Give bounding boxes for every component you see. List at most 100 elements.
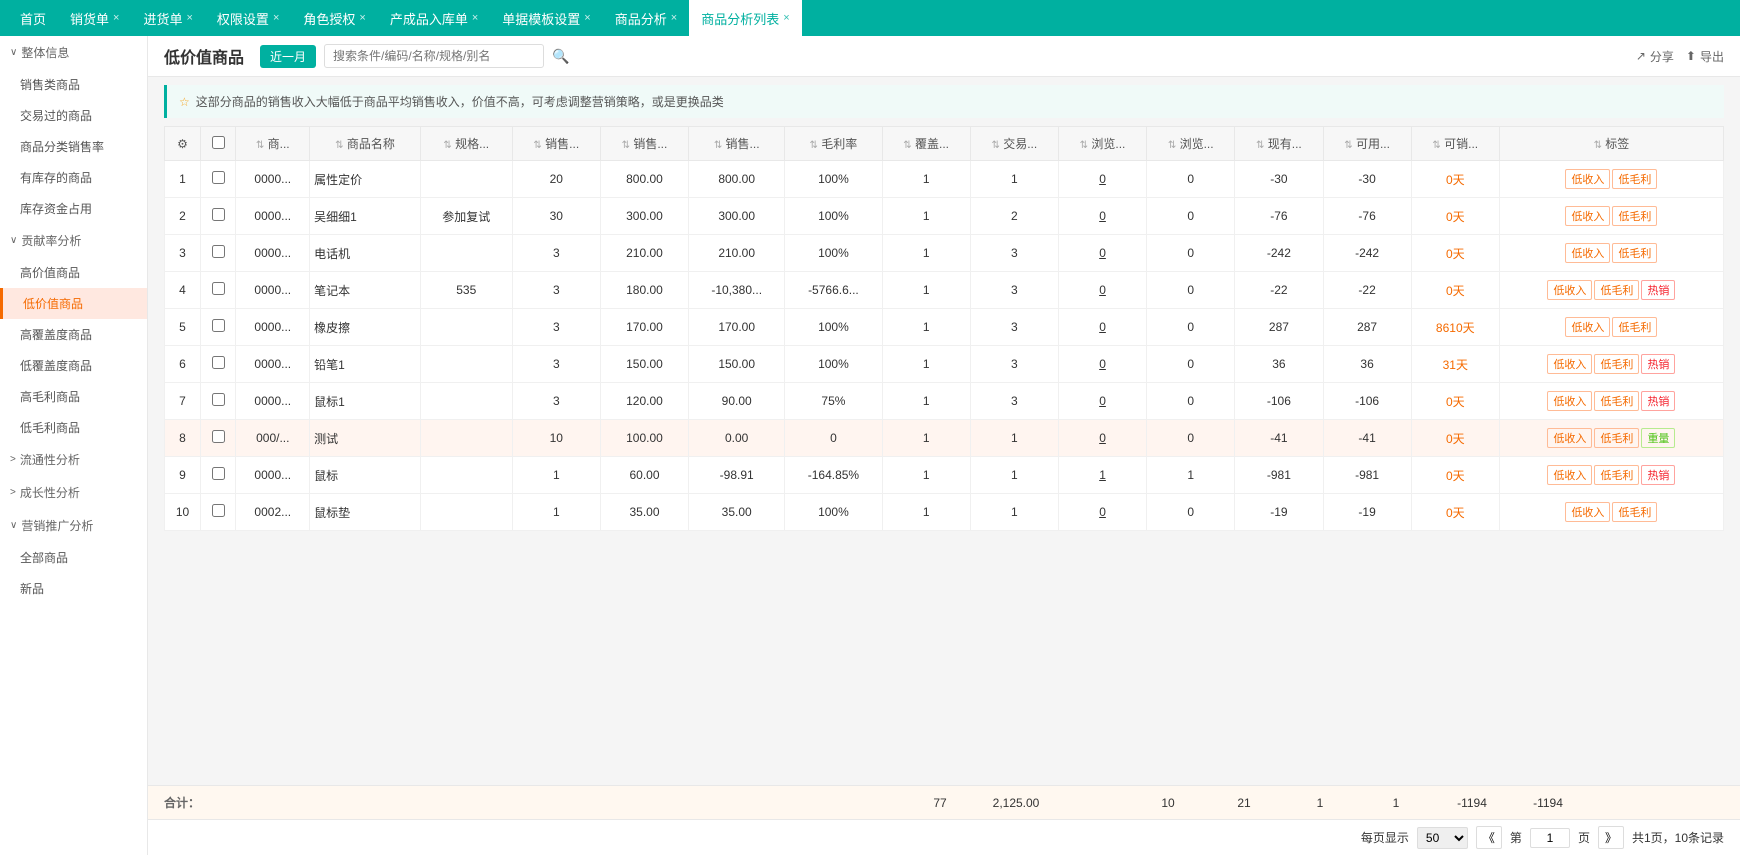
nav-item-商品分析[interactable]: 商品分析 ×: [603, 0, 689, 36]
row-coverage: 1: [882, 309, 970, 346]
row-checkbox[interactable]: [212, 467, 225, 480]
column-header-coverage[interactable]: ⇅ 覆盖...: [882, 127, 970, 161]
nav-close-icon[interactable]: ×: [359, 12, 365, 24]
row-checkbox[interactable]: [212, 282, 225, 295]
page-input[interactable]: [1530, 828, 1570, 848]
tag-低毛利: 低毛利: [1594, 280, 1639, 300]
nav-close-icon[interactable]: ×: [113, 12, 119, 24]
sidebar-item-低毛利商品[interactable]: 低毛利商品: [0, 412, 147, 443]
sidebar-group-流通性分析[interactable]: >流通性分析: [0, 443, 147, 476]
sidebar-item-有库存的商品[interactable]: 有库存的商品: [0, 162, 147, 193]
sidebar-item-低价值商品[interactable]: 低价值商品: [0, 288, 147, 319]
share-button[interactable]: ↗ 分享: [1636, 48, 1674, 65]
nav-item-进货单[interactable]: 进货单 ×: [131, 0, 204, 36]
row-view2: 0: [1147, 494, 1235, 531]
column-header-name[interactable]: ⇅ 商品名称: [310, 127, 421, 161]
nav-close-icon[interactable]: ×: [186, 12, 192, 24]
first-page-button[interactable]: 《: [1476, 826, 1502, 849]
column-header-available[interactable]: ⇅ 可用...: [1323, 127, 1411, 161]
sidebar-item-高覆盖度商品[interactable]: 高覆盖度商品: [0, 319, 147, 350]
row-checkbox[interactable]: [212, 171, 225, 184]
row-saleable: 0天: [1411, 272, 1499, 309]
column-header-sales_qty[interactable]: ⇅ 销售...: [512, 127, 600, 161]
row-available: -41: [1323, 420, 1411, 457]
column-header-spec[interactable]: ⇅ 规格...: [420, 127, 512, 161]
column-header-settings[interactable]: ⚙: [165, 127, 201, 161]
nav-close-icon[interactable]: ×: [584, 12, 590, 24]
column-header-code[interactable]: ⇅ 商...: [236, 127, 310, 161]
nav-item-销货单[interactable]: 销货单 ×: [58, 0, 131, 36]
row-view1[interactable]: 0: [1058, 198, 1146, 235]
sort-icon: ⇅: [335, 140, 343, 151]
column-header-sales_price[interactable]: ⇅ 销售...: [689, 127, 785, 161]
row-tags: 低收入低毛利热销: [1499, 457, 1723, 494]
row-checkbox[interactable]: [212, 504, 225, 517]
sidebar-item-新品[interactable]: 新品: [0, 573, 147, 604]
sidebar-item-销售类商品[interactable]: 销售类商品: [0, 69, 147, 100]
row-view1[interactable]: 1: [1058, 457, 1146, 494]
column-header-trade[interactable]: ⇅ 交易...: [970, 127, 1058, 161]
row-view1[interactable]: 0: [1058, 161, 1146, 198]
page-size-select[interactable]: 50 100 200: [1417, 827, 1468, 849]
row-sales-qty: 3: [512, 235, 600, 272]
select-all-checkbox[interactable]: [212, 136, 225, 149]
row-checkbox[interactable]: [212, 319, 225, 332]
nav-item-产成品入库单[interactable]: 产成品入库单 ×: [378, 0, 490, 36]
column-header-checkbox[interactable]: [201, 127, 236, 161]
row-view1[interactable]: 0: [1058, 346, 1146, 383]
row-code: 0000...: [236, 383, 310, 420]
sidebar-item-低覆盖度商品[interactable]: 低覆盖度商品: [0, 350, 147, 381]
row-available: -106: [1323, 383, 1411, 420]
column-header-gross_margin[interactable]: ⇅ 毛利率: [785, 127, 882, 161]
time-filter-button[interactable]: 近一月: [260, 45, 316, 68]
tag-低毛利: 低毛利: [1612, 243, 1657, 263]
column-header-view2[interactable]: ⇅ 浏览...: [1147, 127, 1235, 161]
column-header-current_stock[interactable]: ⇅ 现有...: [1235, 127, 1323, 161]
row-checkbox[interactable]: [212, 245, 225, 258]
row-view1[interactable]: 0: [1058, 272, 1146, 309]
row-view1[interactable]: 0: [1058, 383, 1146, 420]
sidebar-item-全部商品[interactable]: 全部商品: [0, 542, 147, 573]
search-input[interactable]: [324, 44, 544, 68]
next-page-button[interactable]: 》: [1598, 826, 1624, 849]
nav-close-icon[interactable]: ×: [783, 12, 789, 24]
nav-item-首页[interactable]: 首页: [8, 0, 58, 36]
row-trade: 3: [970, 309, 1058, 346]
row-view1[interactable]: 0: [1058, 420, 1146, 457]
row-tags: 低收入低毛利热销: [1499, 346, 1723, 383]
nav-item-商品分析列表[interactable]: 商品分析列表 ×: [689, 0, 801, 36]
nav-item-权限设置[interactable]: 权限设置 ×: [205, 0, 291, 36]
sidebar-group-贡献率分析[interactable]: ∨贡献率分析: [0, 224, 147, 257]
column-header-tags[interactable]: ⇅ 标签: [1499, 127, 1723, 161]
nav-close-icon[interactable]: ×: [472, 12, 478, 24]
row-checkbox[interactable]: [212, 393, 225, 406]
row-sales-qty: 1: [512, 494, 600, 531]
column-header-saleable[interactable]: ⇅ 可销...: [1411, 127, 1499, 161]
row-view1[interactable]: 0: [1058, 309, 1146, 346]
row-current-stock: 36: [1235, 346, 1323, 383]
row-checkbox[interactable]: [212, 430, 225, 443]
column-header-view1[interactable]: ⇅ 浏览...: [1058, 127, 1146, 161]
sidebar-item-商品分类销售率[interactable]: 商品分类销售率: [0, 131, 147, 162]
sidebar-item-高价值商品[interactable]: 高价值商品: [0, 257, 147, 288]
search-icon[interactable]: 🔍: [552, 48, 569, 65]
sidebar-group-营销推广分析[interactable]: ∨营销推广分析: [0, 509, 147, 542]
row-view1[interactable]: 0: [1058, 235, 1146, 272]
nav-close-icon[interactable]: ×: [671, 12, 677, 24]
sidebar-group-成长性分析[interactable]: >成长性分析: [0, 476, 147, 509]
row-checkbox[interactable]: [212, 208, 225, 221]
share-icon: ↗: [1636, 49, 1646, 63]
export-button[interactable]: ⬆ 导出: [1686, 48, 1724, 65]
row-coverage: 1: [882, 346, 970, 383]
sidebar-item-高毛利商品[interactable]: 高毛利商品: [0, 381, 147, 412]
row-view1[interactable]: 0: [1058, 494, 1146, 531]
row-sales-qty: 3: [512, 309, 600, 346]
nav-close-icon[interactable]: ×: [273, 12, 279, 24]
sidebar-item-交易过的商品[interactable]: 交易过的商品: [0, 100, 147, 131]
row-checkbox[interactable]: [212, 356, 225, 369]
sidebar-item-库存资金占用[interactable]: 库存资金占用: [0, 193, 147, 224]
column-header-sales_amount[interactable]: ⇅ 销售...: [600, 127, 688, 161]
nav-item-单据模板设置[interactable]: 单据模板设置 ×: [490, 0, 602, 36]
nav-item-角色授权[interactable]: 角色授权 ×: [291, 0, 377, 36]
sidebar-group-整体信息[interactable]: ∨整体信息: [0, 36, 147, 69]
